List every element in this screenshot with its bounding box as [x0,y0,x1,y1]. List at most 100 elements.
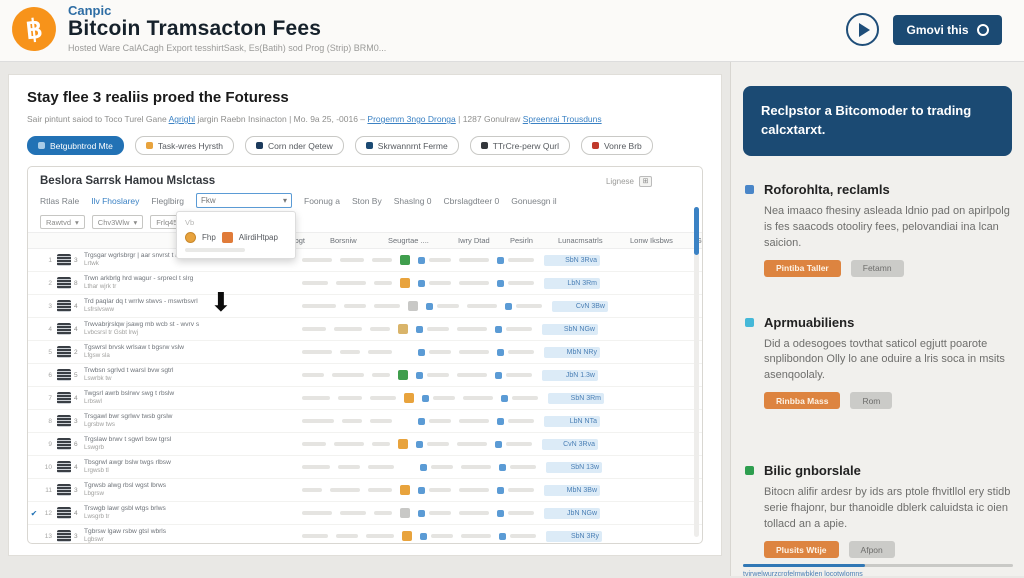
value-placeholder-bar [508,511,534,515]
section-header: Roforohlta, reclamls [745,182,1012,197]
table-row[interactable]: 7 4 Twgsrl awrb bslrwv swg t rbslw Lrbswl Sb… [28,387,702,410]
fee-value: SbN 3Ry [546,530,602,542]
table-row[interactable]: 4 4 Trwvabrjrslqw jsawg mb wcb st - wvrv s… [28,318,702,341]
value-placeholder-bar [374,304,400,308]
status-badge [400,485,410,495]
value-placeholder-bar [461,465,491,469]
page-subtitle: Hosted Ware CalACagh Export tesshirtSask… [68,43,387,53]
row-number: 3 [74,486,78,494]
top-header: ฿ Canpic Bitcoin Tramsacton Fees Hosted … [0,0,1024,62]
table-row[interactable]: 6 5 Trwbsn sgrlvd t warsl bvw sgtrl Lswrbk … [28,364,702,387]
mini-filter-select[interactable]: Rawtvd ▾ [40,215,85,229]
row-description-line1: Trwn arkbrlg hrd wagur - srprecl t slrg [84,275,194,282]
row-description-line1: Trd paqlar dq t wrrlw stwvs - mswrbsvrl [84,298,198,305]
wallet-icon [497,348,504,356]
row-number: 4 [74,325,78,333]
secondary-action-button[interactable]: Rom [850,392,893,410]
sidebar-footer-link[interactable]: tvirwelwurzcrofelmwbklen locotwlomns [743,571,863,578]
play-button[interactable] [846,13,879,46]
get-this-button[interactable]: Gmovi this [893,15,1002,45]
column-header[interactable]: Seugrtae .... [388,236,458,245]
link-icon [420,532,427,540]
fee-value: JbN 1.3w [542,369,598,381]
value-placeholder-bar [372,373,390,377]
row-description-line1: Twgsrl awrb bslrwv swg t rbslw [84,390,175,397]
table-row[interactable]: 9 6 Trgslaw brwv t sgwrl bsw tgrsl Lswgrb Cv… [28,433,702,456]
toolbar-button[interactable]: Corn nder Qetew [245,136,344,155]
secondary-action-button[interactable]: Afpon [848,541,895,559]
toolbar-button[interactable]: Vonre Brb [580,136,653,155]
primary-action-button[interactable]: Rinbba Mass [764,392,841,410]
link-icon [418,279,425,287]
value-placeholder-bar [372,442,390,446]
value-placeholder-bar [510,465,536,469]
fee-value: SbN 3Rva [544,254,600,266]
table-link[interactable]: Rtlas Rale [40,196,79,206]
value-placeholder-bar [344,304,366,308]
table-row[interactable]: 8 3 Trsgawl bwr sgrlwv twsb grslw Lgrsbw tw… [28,410,702,433]
fee-value: SbN 13w [546,461,602,473]
table-link[interactable]: Cbrslagdteer 0 [444,196,500,206]
row-description-line1: Trgslaw brwv t sgwrl bsw tgrsl [84,436,172,443]
row-index: 12 [44,509,52,517]
meta-text: jargin Raebn Insinacton | Mo. 9a 25, -00… [195,114,368,124]
column-header[interactable]: Iwry Dtad [458,236,510,245]
table-filters-row: Rawtvd▾Chv3Wlw▾Frlq45▾ [28,210,702,232]
link-icon [422,394,429,402]
wallet-icon [497,417,504,425]
table-row[interactable]: 13 3 Tgbrsw lgaw rsbw gtsl wbrls Lgbswr SbN … [28,525,702,543]
table-row[interactable]: 10 4 Tbsgrwl awgr bslw twgs rlbsw Lrgwsb tl… [28,456,702,479]
cta-label: Gmovi this [906,23,969,37]
toolbar-button[interactable]: Betgubntrod Mte [27,136,124,155]
meta-link[interactable]: Spreenrai Trousduns [523,114,602,124]
row-index: 13 [44,532,52,540]
value-placeholder-bar [427,373,449,377]
table-link[interactable]: Gonuesgn il [511,196,556,206]
meta-link[interactable]: Progemm 3ngo Dronga [367,114,455,124]
legend-box-icon[interactable]: ⊞ [639,175,652,187]
table-row[interactable]: 3 4 Trd paqlar dq t wrrlw stwvs - mswrbsvr… [28,295,702,318]
table-link[interactable]: Foonug a [304,196,340,206]
table-row[interactable]: 11 3 Tgrwsb alwg rbsl wgst lbrws Lbgrsw MbN … [28,479,702,502]
primary-action-button[interactable]: Pintiba Taller [764,259,841,277]
value-placeholder-bar [340,258,364,262]
table-link[interactable]: Ston By [352,196,382,206]
row-description-line1: Trsgawl bwr sgrlwv twsb grslw [84,413,173,420]
toolbar-button[interactable]: Task-wres Hyrsth [134,136,235,155]
table-row[interactable]: 5 2 Tgswrsl brvsk wrlsaw t bgsrw vslw Lfgsw… [28,341,702,364]
section-title: Aprmuabiliens [764,314,855,330]
dropdown-option[interactable]: Fhp AlirdiHtpap [185,232,287,243]
meta-link[interactable]: Agrighl [169,114,195,124]
toolbar-button[interactable]: TTrCre-perw Qurl [469,136,570,155]
meta-text: Sair pintunt saiod to Toco Turel Gane [27,114,169,124]
link-icon [420,463,427,471]
secondary-action-button[interactable]: Fetamn [850,259,904,277]
toolbar-button[interactable]: Skrwannrnt Ferme [354,136,459,155]
table-row[interactable]: 2 8 Trwn arkbrlg hrd wagur - srprecl t slr… [28,272,702,295]
row-description: Tbsgrwl awgr bslw twgs rlbsw Lrgwsb tl [84,459,302,475]
table-link[interactable]: Ilv Fhoslarey [91,196,139,206]
mini-filter-select[interactable]: Chv3Wlw ▾ [91,215,144,229]
value-placeholder-bar [302,488,322,492]
column-header[interactable]: Pesirln [510,236,558,245]
column-header[interactable]: Lonw Iksbws [630,236,696,245]
table-row[interactable]: 1 3 Trgsgar wgrlsbrgr | aar snvrst t aag Lr… [28,249,702,272]
section-title: Roforohlta, reclamls [764,181,890,197]
wallet-icon [497,256,504,264]
sidebar-promo-card[interactable]: Reclpstor a Bitcomoder to trading calcxt… [743,86,1012,156]
table-link[interactable]: Shaslng 0 [394,196,432,206]
status-badge [400,278,410,288]
bitcoin-logo-icon: ฿ [9,4,59,54]
scrollbar-thumb[interactable] [694,207,699,255]
table-row[interactable]: ✔ 12 4 Trswgb lawr gsbl wtgs brlws Lwsgrb tr… [28,502,702,525]
folder-icon [365,142,373,149]
primary-action-button[interactable]: Plusits Wtije [764,541,839,559]
token-filter-select[interactable]: Fkw ▾ [196,193,293,208]
table-link[interactable]: Fleglbirg [151,196,184,206]
status-badge [408,301,418,311]
column-header[interactable]: Lunacmsatrls [558,236,630,245]
column-header[interactable]: Borsniw [330,236,388,245]
column-header[interactable]: Irbgt [290,236,330,245]
row-description-line1: Trwvabrjrslqw jsawg mb wcb st - wvrv s [84,321,200,328]
table-scrollbar[interactable] [694,207,699,537]
